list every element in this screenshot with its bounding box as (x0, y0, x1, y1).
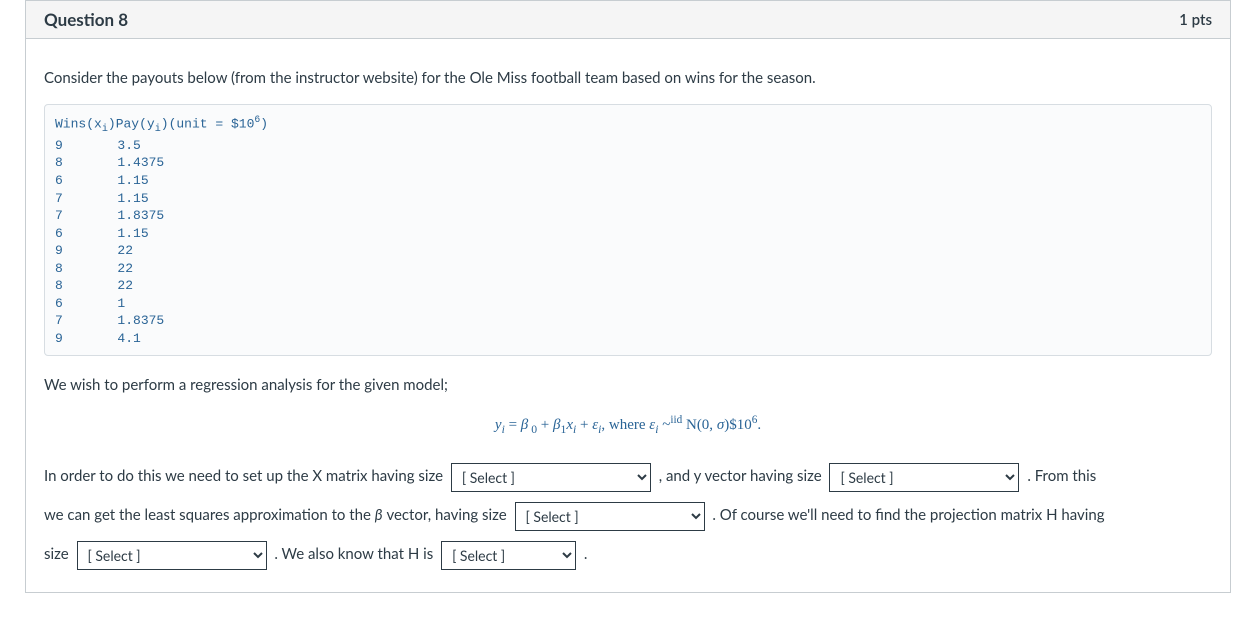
intro-text: Consider the payouts below (from the ins… (44, 67, 1212, 90)
select-h-size[interactable]: [ Select ] (77, 541, 267, 570)
flow-text-2: , and y vector having size (659, 467, 822, 485)
regression-line: We wish to perform a regression analysis… (44, 374, 1212, 397)
select-x-matrix-size[interactable]: [ Select ] (451, 463, 651, 492)
model-formula: yi = β 0 + β1xi + εi, where εi ~iid N(0,… (44, 412, 1212, 439)
answer-flow: In order to do this we need to set up th… (44, 457, 1212, 574)
flow-text-4b: vector, having size (383, 506, 507, 524)
flow-text-6: size (44, 545, 69, 563)
flow-text-5: . Of course we'll need to find the proje… (712, 506, 1104, 524)
payout-data-block: Wins(xi)Pay(yi)(unit = $106) 9 3.5 8 1.4… (44, 104, 1212, 356)
flow-text-3: . From this (1027, 467, 1096, 485)
select-y-vector-size[interactable]: [ Select ] (829, 463, 1019, 492)
flow-text-4: we can get the least squares approximati… (44, 506, 375, 524)
select-beta-size[interactable]: [ Select ] (515, 502, 705, 531)
question-header: Question 8 1 pts (25, 0, 1231, 38)
flow-text-8: . (584, 545, 588, 563)
question-body: Consider the payouts below (from the ins… (25, 38, 1231, 593)
question-points: 1 pts (1179, 11, 1212, 29)
select-h-property[interactable]: [ Select ] (441, 541, 576, 570)
question-title: Question 8 (44, 9, 128, 30)
flow-text-1: In order to do this we need to set up th… (44, 467, 443, 485)
flow-text-7: . We also know that H is (274, 545, 433, 563)
